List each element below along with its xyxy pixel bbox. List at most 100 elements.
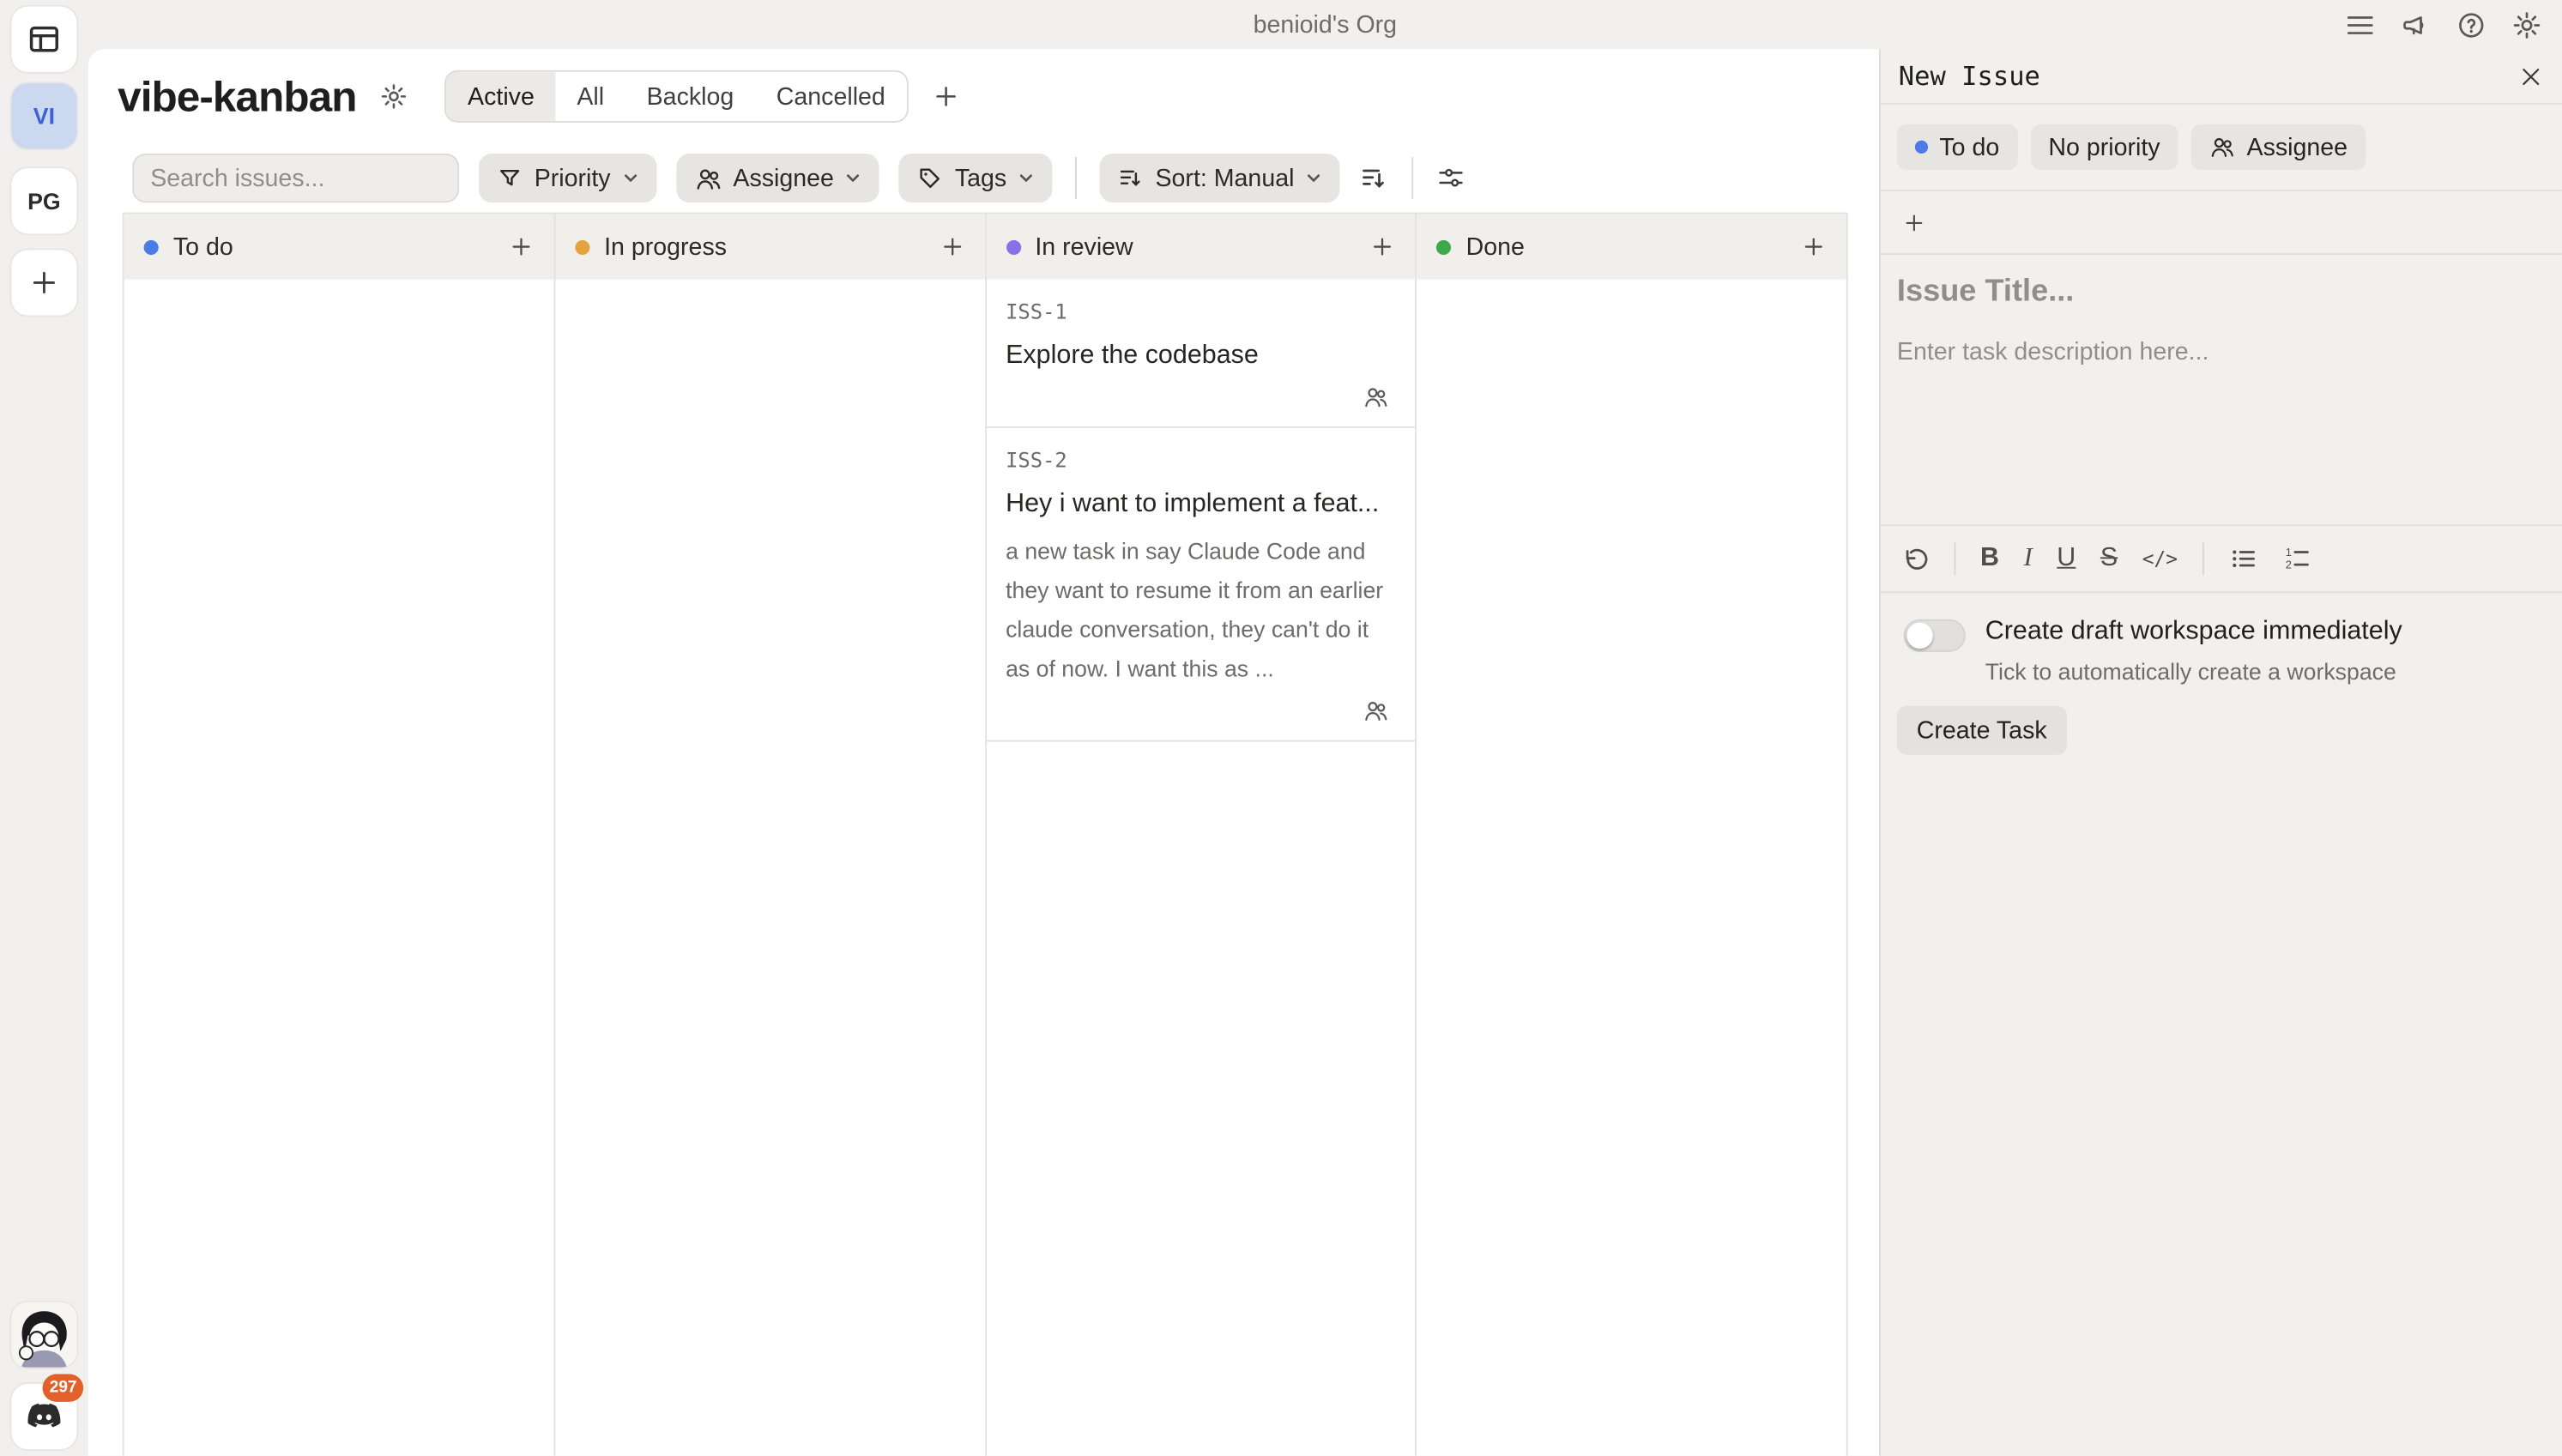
status-dot <box>1915 141 1928 154</box>
board-header: vibe-kanban Active All Backlog Cancelled <box>88 49 1879 143</box>
user-avatar[interactable] <box>11 1302 76 1368</box>
tab-cancelled[interactable]: Cancelled <box>755 72 907 121</box>
toggle-hint: Tick to automatically create a workspace <box>1985 658 2402 684</box>
code-icon: </> <box>2142 549 2178 569</box>
tab-backlog[interactable]: Backlog <box>625 72 755 121</box>
card-iss-2[interactable]: ISS-2 Hey i want to implement a feat... … <box>986 428 1415 742</box>
add-card-done-button[interactable] <box>1801 233 1827 259</box>
board-main: vibe-kanban Active All Backlog Cancelled… <box>88 49 1879 1456</box>
add-property-button[interactable] <box>1902 210 1927 235</box>
draft-workspace-toggle[interactable] <box>1904 619 1966 652</box>
svg-text:1: 1 <box>2285 546 2291 559</box>
page-title: vibe-kanban <box>118 71 356 122</box>
add-card-in-progress-button[interactable] <box>939 233 964 259</box>
issue-editor: Issue Title... Enter task description he… <box>1881 255 2562 524</box>
filter-label: Tags <box>955 164 1006 191</box>
column-name: To do <box>173 233 233 260</box>
sidebar-workspace-pg[interactable]: PG <box>11 168 76 233</box>
chevron-down-icon <box>1306 170 1322 186</box>
menu-button[interactable] <box>2345 9 2376 39</box>
priority-filter-button[interactable]: Priority <box>479 154 656 202</box>
column-done: Done <box>1417 214 1848 1455</box>
draft-workspace-row: Create draft workspace immediately Tick … <box>1881 593 2562 685</box>
filter-label: Priority <box>535 164 611 191</box>
divider <box>1955 542 1956 575</box>
card-description: a new task in say Claude Code and they w… <box>1006 531 1396 688</box>
status-chip[interactable]: To do <box>1897 124 2017 170</box>
filter-label: Assignee <box>733 164 834 191</box>
close-panel-button[interactable] <box>2518 63 2544 88</box>
card-id: ISS-2 <box>1006 448 1396 473</box>
svg-text:2: 2 <box>2285 558 2291 571</box>
settings-button[interactable] <box>2511 9 2542 39</box>
underline-button[interactable]: U <box>2057 546 2076 571</box>
italic-icon: I <box>2024 546 2033 571</box>
priority-chip[interactable]: No priority <box>2030 124 2178 170</box>
tab-active[interactable]: Active <box>446 72 555 121</box>
italic-button[interactable]: I <box>2024 546 2033 571</box>
layout-icon <box>26 21 62 57</box>
announcements-button[interactable] <box>2400 9 2431 39</box>
add-card-in-review-button[interactable] <box>1369 233 1395 259</box>
strikethrough-button[interactable]: S <box>2100 546 2118 571</box>
divider <box>1075 157 1077 200</box>
sort-button[interactable]: Sort: Manual <box>1100 154 1340 202</box>
board-settings-button[interactable] <box>379 82 408 111</box>
add-property-row <box>1881 191 2562 255</box>
panel-title: New Issue <box>1899 60 2040 91</box>
people-icon <box>694 164 722 191</box>
new-issue-panel: New Issue To do No priority Assignee <box>1879 49 2562 1456</box>
column-todo: To do <box>124 214 555 1455</box>
undo-button[interactable] <box>1902 545 1930 572</box>
card-iss-1[interactable]: ISS-1 Explore the codebase <box>986 280 1415 428</box>
column-body: ISS-1 Explore the codebase ISS-2 Hey i w… <box>986 280 1415 742</box>
panel-header: New Issue <box>1881 49 2562 105</box>
status-dot <box>575 239 589 254</box>
card-title: Explore the codebase <box>1006 338 1396 374</box>
column-in-progress: In progress <box>555 214 986 1455</box>
plus-icon <box>27 266 60 299</box>
create-task-button[interactable]: Create Task <box>1897 706 2067 755</box>
bullet-list-button[interactable] <box>2228 544 2257 573</box>
people-icon <box>2209 134 2235 160</box>
issue-title-input[interactable]: Issue Title... <box>1897 275 2546 311</box>
help-button[interactable] <box>2456 9 2486 39</box>
column-header: Done <box>1417 214 1846 279</box>
menu-icon <box>2345 9 2376 39</box>
numbered-list-button[interactable]: 12 <box>2282 544 2311 573</box>
people-icon <box>1363 384 1389 410</box>
sidebar-workspace-vi[interactable]: VI <box>11 83 76 148</box>
sort-direction-button[interactable] <box>1360 163 1389 192</box>
search-input[interactable] <box>132 154 459 202</box>
workspace-initials: VI <box>33 103 55 129</box>
issue-description-input[interactable]: Enter task description here... <box>1897 338 2546 366</box>
people-icon <box>1363 698 1389 723</box>
sidebar-add-workspace-button[interactable] <box>11 250 76 315</box>
status-dot <box>144 239 159 254</box>
tab-all[interactable]: All <box>556 72 625 121</box>
column-name: Done <box>1466 233 1525 260</box>
chip-label: Assignee <box>2247 133 2348 160</box>
plus-icon <box>1902 210 1927 235</box>
display-options-button[interactable] <box>1436 163 1465 192</box>
plus-icon <box>939 233 964 259</box>
add-view-button[interactable] <box>931 82 960 111</box>
gear-icon <box>2511 9 2542 39</box>
assignee-filter-button[interactable]: Assignee <box>676 154 880 202</box>
add-card-todo-button[interactable] <box>508 233 534 259</box>
sort-descending-icon <box>1360 163 1389 192</box>
sidebar-layout-toggle-button[interactable] <box>11 7 76 72</box>
divider <box>2202 542 2204 575</box>
card-title: Hey i want to implement a feat... <box>1006 486 1396 523</box>
card-id: ISS-1 <box>1006 299 1396 323</box>
view-tabs: Active All Backlog Cancelled <box>444 70 908 123</box>
sort-icon <box>1118 165 1144 190</box>
bold-button[interactable]: B <box>1980 546 1999 571</box>
assignee-chip[interactable]: Assignee <box>2191 124 2366 170</box>
toggle-label: Create draft workspace immediately <box>1985 618 2402 647</box>
discord-button[interactable]: 297 <box>11 1384 76 1449</box>
code-button[interactable]: </> <box>2142 549 2178 569</box>
chip-label: To do <box>1939 133 1999 160</box>
editor-toolbar: B I U S </> 12 <box>1881 524 2562 593</box>
tags-filter-button[interactable]: Tags <box>899 154 1052 202</box>
